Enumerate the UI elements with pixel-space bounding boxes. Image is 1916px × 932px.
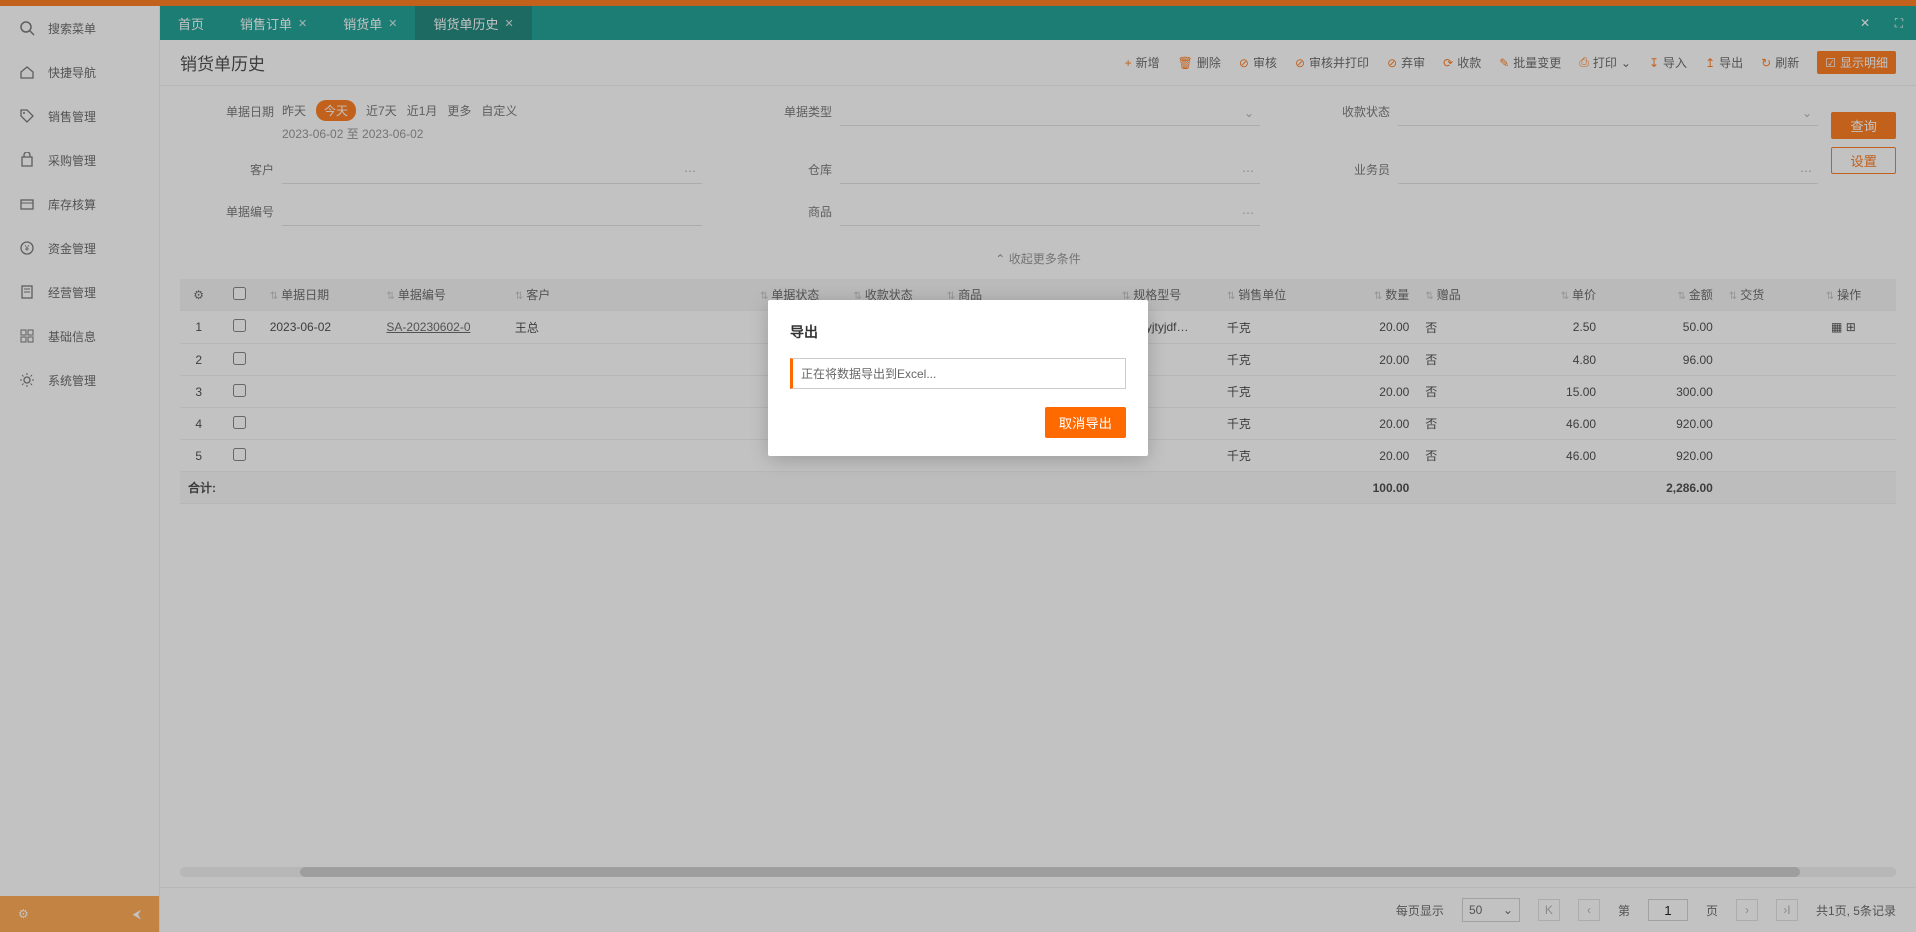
modal-message: 正在将数据导出到Excel... — [790, 358, 1126, 389]
export-modal: 导出 正在将数据导出到Excel... 取消导出 — [768, 300, 1148, 456]
cancel-export-button[interactable]: 取消导出 — [1045, 407, 1126, 438]
modal-title: 导出 — [790, 322, 1126, 342]
modal-overlay: 导出 正在将数据导出到Excel... 取消导出 — [0, 0, 1916, 932]
